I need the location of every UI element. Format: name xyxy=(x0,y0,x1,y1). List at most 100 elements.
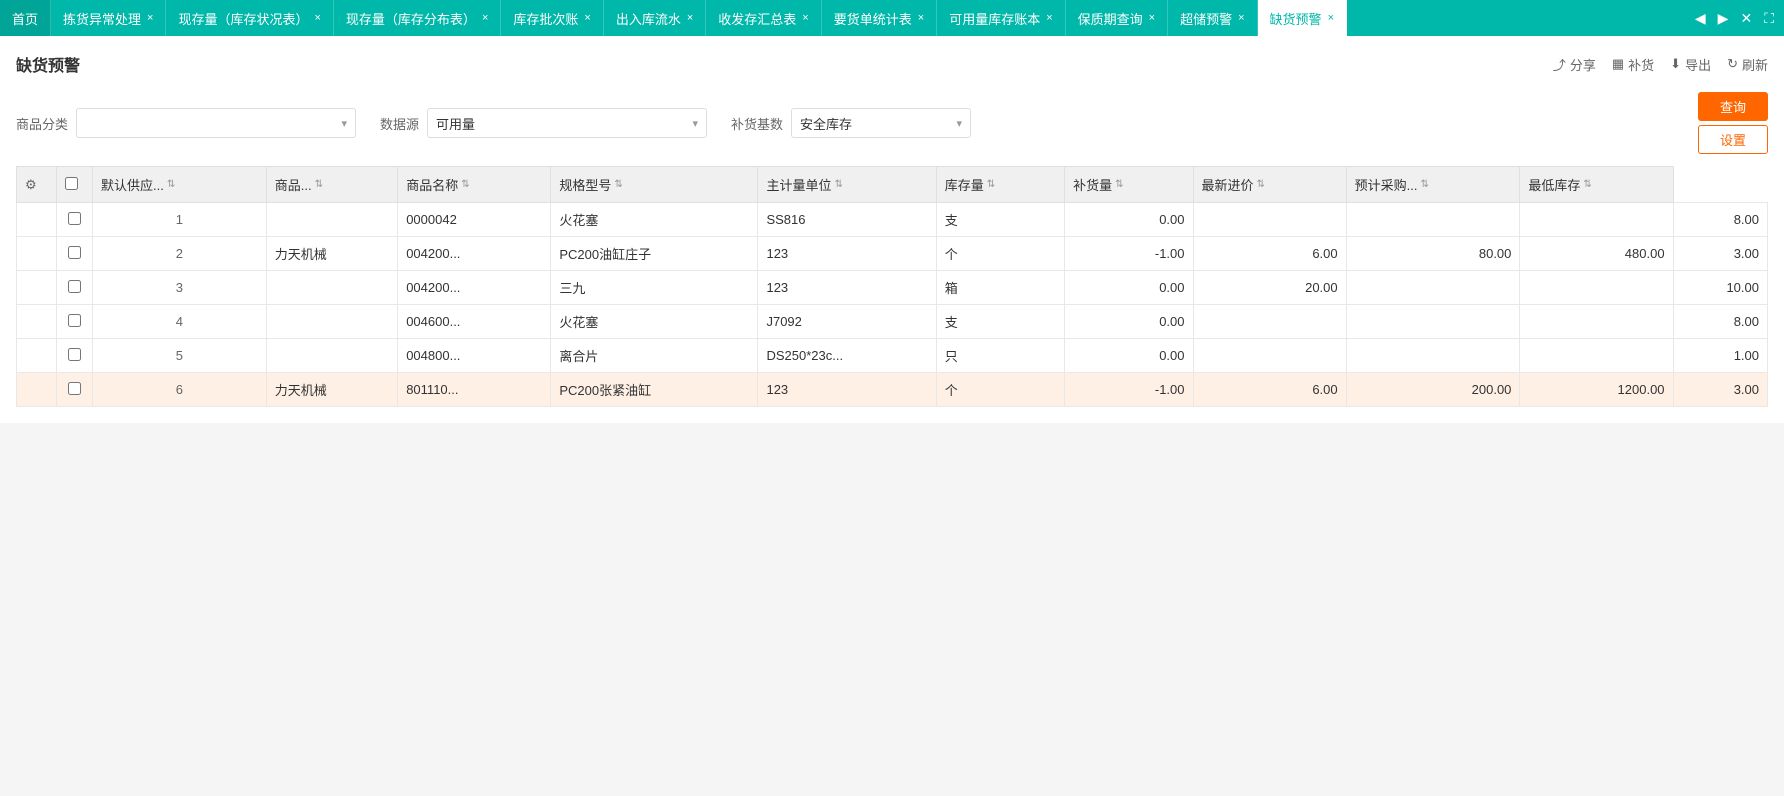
row-replenish: 6.00 xyxy=(1193,373,1346,407)
th-min-stock: 最低库存 ⇅ xyxy=(1520,167,1673,203)
sort-est-icon: ⇅ xyxy=(1420,179,1428,190)
share-button[interactable]: ⤴ 分享 xyxy=(1553,55,1596,74)
refresh-button[interactable]: ↻ 刷新 xyxy=(1727,55,1768,74)
row-spec: 123 xyxy=(758,373,936,407)
sort-name-icon: ⇅ xyxy=(461,179,469,190)
table-row: 1 0000042 火花塞 SS816 支 0.00 8.00 xyxy=(17,203,1768,237)
row-code: 801110... xyxy=(398,373,551,407)
nav-item-shortage[interactable]: 缺货预警 × xyxy=(1258,0,1347,36)
export-button[interactable]: ⬇ 导出 xyxy=(1670,55,1711,74)
th-latest-price: 最新进价 ⇅ xyxy=(1193,167,1346,203)
row-replenish xyxy=(1193,203,1346,237)
row-checkbox[interactable] xyxy=(68,212,81,225)
sort-stock-icon: ⇅ xyxy=(987,179,995,190)
row-latest-price xyxy=(1346,271,1520,305)
table-body: 1 0000042 火花塞 SS816 支 0.00 8.00 2 力天机械 0… xyxy=(17,203,1768,407)
nav-item-overstock[interactable]: 超储预警× xyxy=(1168,0,1257,36)
query-button[interactable]: 查询 xyxy=(1698,92,1768,121)
th-stock: 库存量 ⇅ xyxy=(936,167,1064,203)
nav-item-home[interactable]: 首页 xyxy=(0,0,51,36)
category-select[interactable]: ▾ xyxy=(76,108,356,138)
row-checkbox[interactable] xyxy=(68,314,81,327)
row-supplier: 力天机械 xyxy=(266,237,397,271)
row-checkbox[interactable] xyxy=(68,348,81,361)
row-unit: 个 xyxy=(936,373,1064,407)
datasource-value: 可用量 xyxy=(436,114,684,133)
replenish-select[interactable]: 安全库存 ▾ xyxy=(791,108,971,138)
nav-close-icon[interactable]: × xyxy=(1238,12,1244,24)
select-all-checkbox[interactable] xyxy=(65,177,78,190)
row-latest-price xyxy=(1346,203,1520,237)
nav-prev-button[interactable]: ◀ xyxy=(1689,0,1712,36)
replenish-button[interactable]: ▦ 补货 xyxy=(1612,55,1654,74)
nav-item-label: 要货单统计表 xyxy=(834,9,912,28)
row-min-stock: 10.00 xyxy=(1673,271,1767,305)
row-checkbox[interactable] xyxy=(68,246,81,259)
nav-close-icon[interactable]: × xyxy=(1149,12,1155,24)
nav-item-receipt-summary[interactable]: 收发存汇总表× xyxy=(706,0,821,36)
nav-next-button[interactable]: ▶ xyxy=(1712,0,1735,36)
nav-close-icon[interactable]: × xyxy=(802,12,808,24)
row-unit: 支 xyxy=(936,203,1064,237)
table-row: 4 004600... 火花塞 J7092 支 0.00 8.00 xyxy=(17,305,1768,339)
row-spec: DS250*23c... xyxy=(758,339,936,373)
row-name: 火花塞 xyxy=(551,305,758,339)
th-replenish: 补货量 ⇅ xyxy=(1065,167,1193,203)
export-icon: ⬇ xyxy=(1670,56,1681,72)
nav-close-icon[interactable]: × xyxy=(584,12,590,24)
nav-close-button[interactable]: ✕ xyxy=(1734,0,1758,36)
nav-close-icon[interactable]: × xyxy=(147,12,153,24)
row-supplier xyxy=(266,271,397,305)
nav-item-expiry-query[interactable]: 保质期查询 × xyxy=(1066,0,1168,36)
row-min-stock: 1.00 xyxy=(1673,339,1767,373)
row-num: 1 xyxy=(93,203,267,237)
row-name: 三九 xyxy=(551,271,758,305)
nav-close-icon[interactable]: × xyxy=(687,12,693,24)
nav-item-inventory-dist[interactable]: 现存量（库存分布表）× xyxy=(334,0,501,36)
nav-item-label: 缺货预警 xyxy=(1270,9,1322,28)
th-default-supplier: 默认供应... ⇅ xyxy=(93,167,267,203)
nav-item-label: 保质期查询 xyxy=(1078,9,1143,28)
row-name: 火花塞 xyxy=(551,203,758,237)
nav-item-order-stat[interactable]: 要货单统计表 × xyxy=(822,0,937,36)
nav-item-inventory-status[interactable]: 现存量（库存状况表）× xyxy=(166,0,333,36)
share-icon: ⤴ xyxy=(1553,55,1566,74)
row-supplier xyxy=(266,339,397,373)
nav-close-icon[interactable]: × xyxy=(1328,12,1334,24)
row-settings-cell xyxy=(17,271,57,305)
table-row: 5 004800... 离合片 DS250*23c... 只 0.00 1.00 xyxy=(17,339,1768,373)
row-spec: 123 xyxy=(758,271,936,305)
row-stock: -1.00 xyxy=(1065,373,1193,407)
nav-item-batch-account[interactable]: 库存批次账× xyxy=(501,0,603,36)
row-checkbox[interactable] xyxy=(68,382,81,395)
row-unit: 箱 xyxy=(936,271,1064,305)
row-spec: SS816 xyxy=(758,203,936,237)
page-header: 缺货预警 ⤴ 分享 ▦ 补货 ⬇ 导出 ↻ 刷新 xyxy=(16,52,1768,76)
sort-supplier-icon: ⇅ xyxy=(167,179,175,190)
nav-item-label: 可用量库存账本 xyxy=(949,9,1040,28)
row-settings-cell xyxy=(17,339,57,373)
nav-close-icon[interactable]: × xyxy=(918,12,924,24)
th-settings: ⚙ xyxy=(17,167,57,203)
replenish-filter: 补货基数 安全库存 ▾ xyxy=(731,108,971,138)
row-code: 004200... xyxy=(398,237,551,271)
nav-fullscreen-button[interactable]: ⛶ xyxy=(1758,0,1780,36)
sort-minstock-icon: ⇅ xyxy=(1583,179,1591,190)
row-est-purchase xyxy=(1520,305,1673,339)
nav-item-available-ledger[interactable]: 可用量库存账本 × xyxy=(937,0,1065,36)
nav-close-icon[interactable]: × xyxy=(1046,12,1052,24)
row-checkbox[interactable] xyxy=(68,280,81,293)
nav-close-icon[interactable]: × xyxy=(314,12,320,24)
row-unit: 支 xyxy=(936,305,1064,339)
nav-item-defect-processing[interactable]: 拣货异常处理× xyxy=(51,0,166,36)
nav-item-in-out-flow[interactable]: 出入库流水× xyxy=(604,0,706,36)
row-checkbox-cell xyxy=(57,373,93,407)
settings-gear-icon[interactable]: ⚙ xyxy=(25,177,37,192)
nav-close-icon[interactable]: × xyxy=(482,12,488,24)
datasource-select[interactable]: 可用量 ▾ xyxy=(427,108,707,138)
row-stock: 0.00 xyxy=(1065,339,1193,373)
row-num: 5 xyxy=(93,339,267,373)
row-settings-cell xyxy=(17,305,57,339)
row-code: 004600... xyxy=(398,305,551,339)
settings-button[interactable]: 设置 xyxy=(1698,125,1768,154)
